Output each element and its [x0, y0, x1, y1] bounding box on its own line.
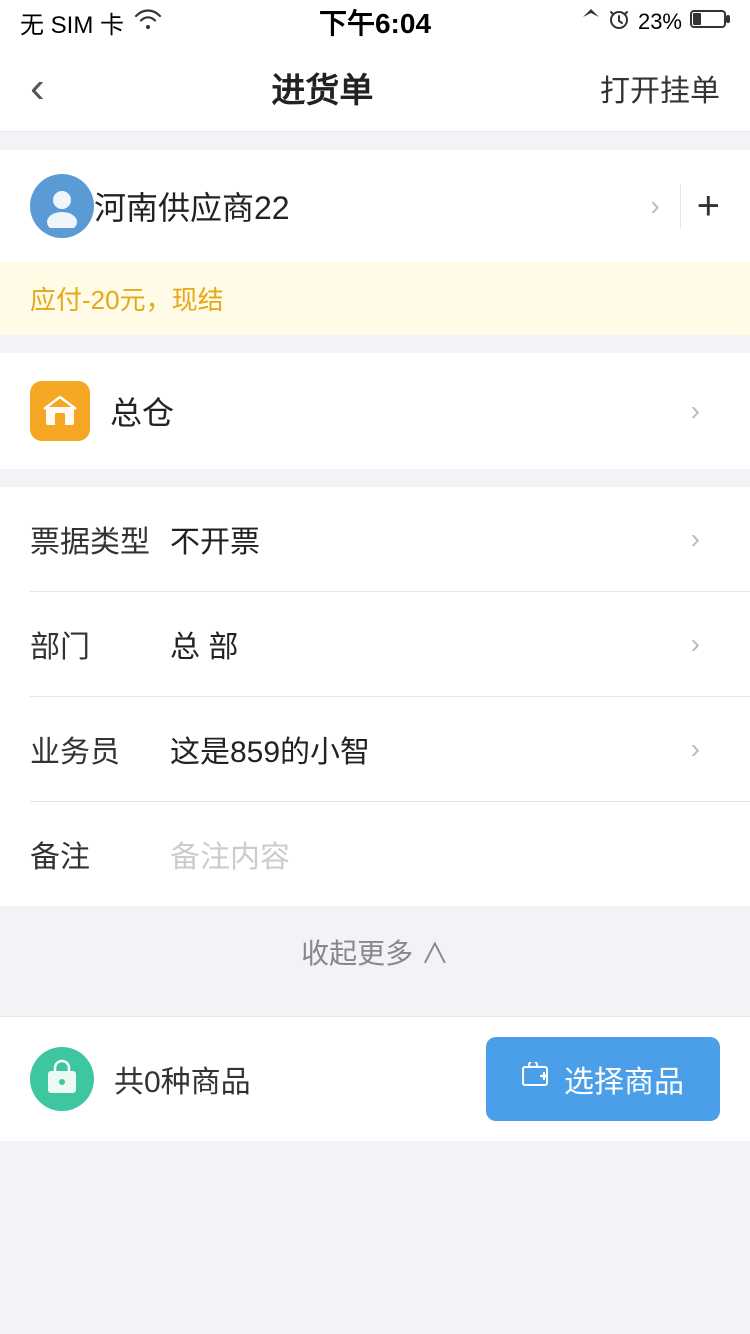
salesperson-label: 业务员 [30, 727, 170, 771]
divider-3 [0, 998, 750, 1016]
carrier-text: 无 SIM 卡 [20, 5, 124, 40]
open-pending-button[interactable]: 打开挂单 [600, 66, 720, 110]
top-divider [0, 132, 750, 150]
status-bar: 无 SIM 卡 下午6:04 [0, 0, 750, 44]
salesperson-value: 这是859的小智 [170, 727, 691, 771]
status-time: 下午6:04 [319, 2, 431, 42]
nav-bar: ‹ 进货单 打开挂单 [0, 44, 750, 132]
warehouse-chevron-icon: › [691, 395, 700, 427]
invoice-type-row[interactable]: 票据类型 不开票 › [0, 487, 750, 591]
supplier-name: 河南供应商22 [94, 183, 650, 229]
notice-text: 应付-20元，现结 [30, 285, 224, 315]
remark-row[interactable]: 备注 备注内容 [0, 802, 750, 906]
warehouse-row[interactable]: 总仓 › [0, 353, 750, 469]
collapse-row[interactable]: 收起更多 ∧ [0, 906, 750, 998]
supplier-row[interactable]: 河南供应商22 › + [0, 150, 750, 262]
select-btn-icon [522, 1062, 552, 1096]
salesperson-row[interactable]: 业务员 这是859的小智 › [0, 697, 750, 801]
status-left: 无 SIM 卡 [20, 5, 162, 40]
product-icon [30, 1047, 94, 1111]
warehouse-name: 总仓 [110, 388, 691, 434]
back-button[interactable]: ‹ [30, 63, 45, 113]
battery-icon [690, 9, 730, 35]
remark-input[interactable]: 备注内容 [170, 832, 720, 876]
divider-1 [0, 335, 750, 353]
department-row[interactable]: 部门 总 部 › [0, 592, 750, 696]
remark-label: 备注 [30, 832, 170, 876]
select-product-button[interactable]: 选择商品 [486, 1037, 720, 1121]
warehouse-section: 总仓 › [0, 353, 750, 469]
salesperson-chevron-icon: › [691, 733, 700, 765]
divider-2 [0, 469, 750, 487]
collapse-label: 收起更多 ∧ [301, 932, 449, 972]
invoice-label: 票据类型 [30, 517, 170, 561]
department-value: 总 部 [170, 622, 691, 666]
status-right: 23% [582, 8, 730, 36]
notice-bar: 应付-20元，现结 [0, 262, 750, 335]
product-bar: 共0种商品 选择商品 [0, 1016, 750, 1141]
select-btn-label: 选择商品 [564, 1057, 684, 1101]
department-label: 部门 [30, 622, 170, 666]
supplier-chevron-icon: › [650, 190, 659, 222]
supplier-avatar [30, 174, 94, 238]
wifi-icon [134, 8, 162, 36]
invoice-value: 不开票 [170, 517, 691, 561]
invoice-chevron-icon: › [691, 523, 700, 555]
alarm-icon [608, 8, 630, 36]
form-section: 票据类型 不开票 › 部门 总 部 › 业务员 这是859的小智 › 备注 备注… [0, 487, 750, 906]
product-count: 共0种商品 [114, 1057, 486, 1101]
battery-percent: 23% [638, 9, 682, 35]
supplier-section: 河南供应商22 › + 应付-20元，现结 [0, 150, 750, 335]
location-icon [582, 8, 600, 36]
department-chevron-icon: › [691, 628, 700, 660]
add-supplier-button[interactable]: + [680, 184, 720, 228]
warehouse-icon [30, 381, 90, 441]
page-title: 进货单 [271, 63, 373, 112]
